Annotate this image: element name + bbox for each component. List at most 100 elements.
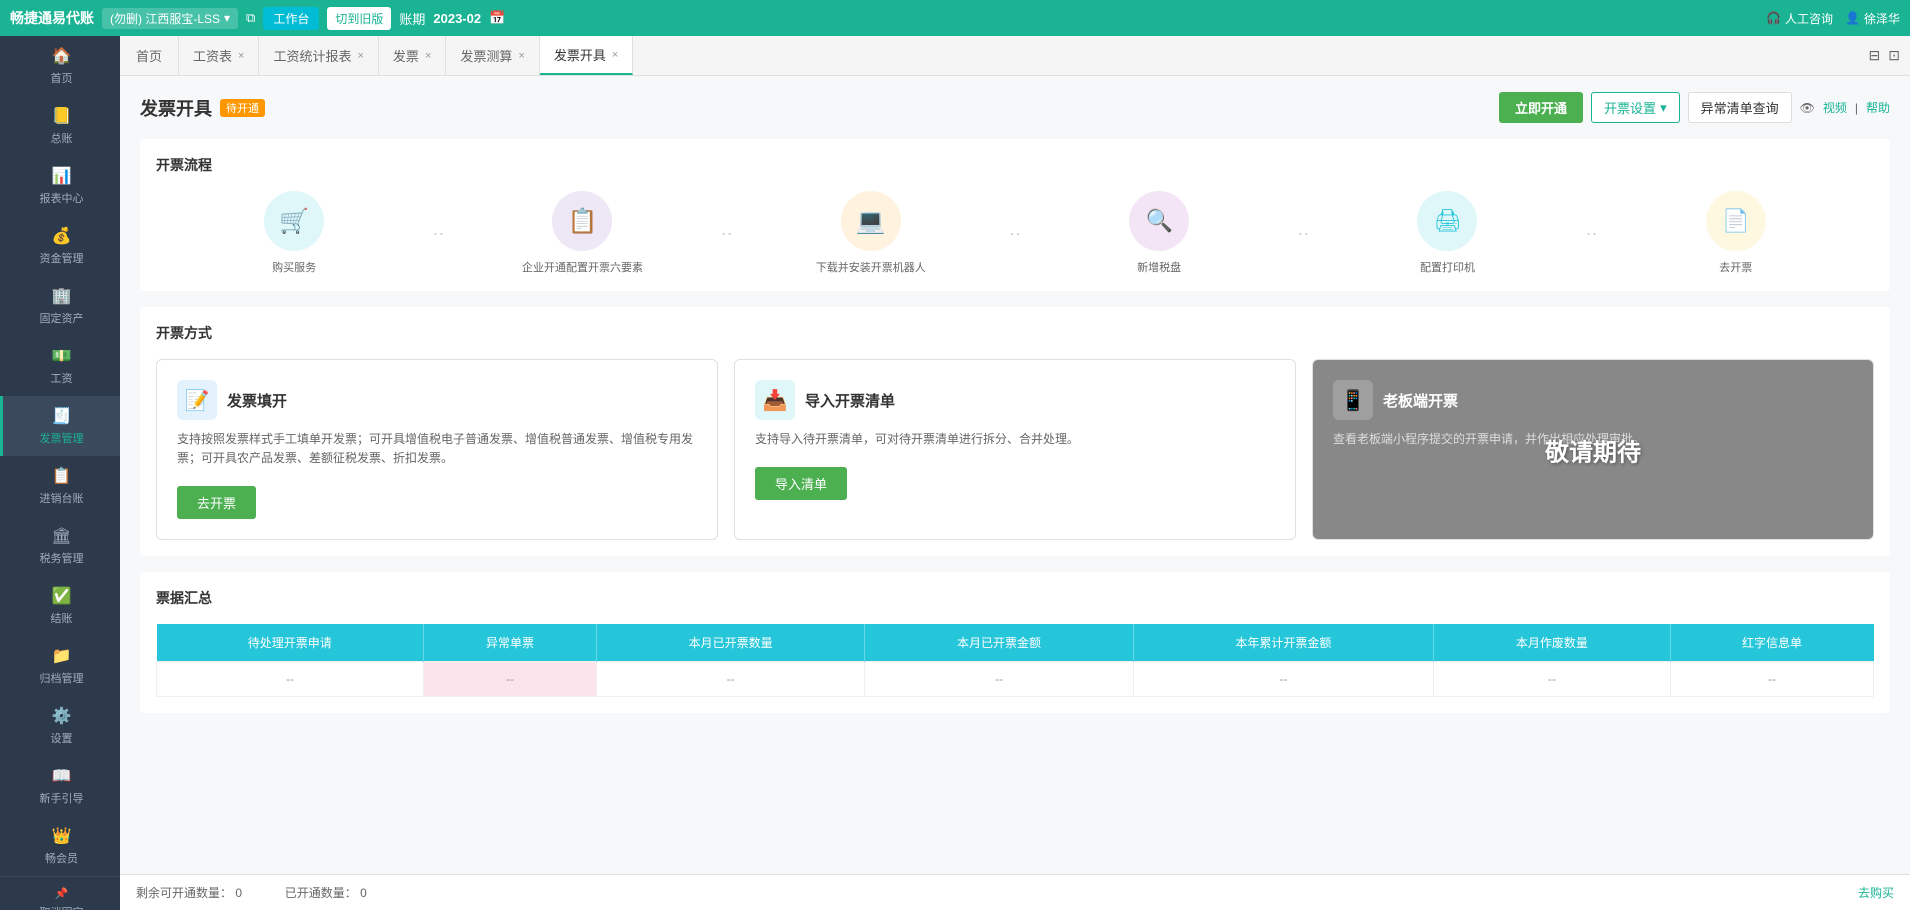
flow-label-6: 去开票: [1719, 259, 1752, 275]
flow-arrow-4: ··: [1297, 223, 1309, 244]
sidebar-label-archive: 归档管理: [40, 670, 84, 686]
sidebar-item-tax[interactable]: 🏛 税务管理: [0, 516, 120, 576]
sidebar-label-tax: 税务管理: [40, 550, 84, 566]
period-label: 账期: [399, 9, 425, 28]
sidebar-item-settings[interactable]: ⚙️ 设置: [0, 696, 120, 756]
sidebar-label-settle: 结账: [51, 610, 73, 626]
boss-icon: 📱: [1333, 380, 1373, 420]
fill-btn[interactable]: 去开票: [177, 486, 256, 519]
tab-invoice-open-label: 发票开具: [554, 45, 606, 64]
page-header: 发票开具 待开通 立即开通 开票设置 ▾ 异常清单查询 👁 视频 | 帮助: [140, 92, 1890, 123]
tab-payroll[interactable]: 工资表 ×: [179, 36, 259, 75]
tab-invoice-calc[interactable]: 发票测算 ×: [446, 36, 539, 75]
sidebar-label-funds: 资金管理: [40, 250, 84, 266]
tab-maximize-button[interactable]: ⊡: [1888, 47, 1900, 64]
copy-icon[interactable]: ⧉: [246, 10, 255, 26]
cell-1: --: [424, 662, 597, 697]
sidebar-item-purchase[interactable]: 📋 进销台账: [0, 456, 120, 516]
company-selector[interactable]: (勿删) 江西服宝-LSS ▾: [102, 8, 238, 29]
header-actions: 立即开通 开票设置 ▾ 异常清单查询 👁 视频 | 帮助: [1499, 92, 1890, 123]
fill-title: 发票填开: [227, 390, 287, 411]
guide-icon: 📖: [52, 766, 72, 786]
flow-step-5: 🖨 配置打印机: [1309, 191, 1585, 275]
summary-table: 待处理开票申请 异常单票 本月已开票数量 本月已开票金额 本年累计开票金额 本月…: [156, 624, 1874, 697]
buy-link[interactable]: 去购买: [1858, 884, 1894, 901]
sidebar-label-assets: 固定资产: [40, 310, 84, 326]
sidebar-item-reports[interactable]: 📊 报表中心: [0, 156, 120, 216]
sidebar-label-home: 首页: [51, 70, 73, 86]
col-header-5: 本月作废数量: [1434, 624, 1671, 662]
sidebar-label-unpin: 取消固定: [40, 904, 84, 910]
settings-button[interactable]: 开票设置 ▾: [1591, 92, 1680, 123]
payroll-icon: 💵: [52, 346, 72, 366]
open-now-button[interactable]: 立即开通: [1499, 92, 1583, 123]
tab-payroll-close[interactable]: ×: [238, 50, 244, 62]
import-title: 导入开票清单: [805, 390, 895, 411]
import-btn[interactable]: 导入清单: [755, 467, 847, 500]
view-label[interactable]: 视频: [1823, 99, 1847, 116]
sidebar-label-ledger: 总账: [51, 130, 73, 146]
tab-invoice-calc-close[interactable]: ×: [518, 50, 524, 62]
sidebar-label-reports: 报表中心: [40, 190, 84, 206]
sidebar-item-ledger[interactable]: 📒 总账: [0, 96, 120, 156]
sidebar-item-settle[interactable]: ✅ 结账: [0, 576, 120, 636]
flow-arrow-2: ··: [721, 223, 733, 244]
page-title-row: 发票开具 待开通: [140, 95, 265, 121]
tab-home[interactable]: 首页: [120, 36, 179, 75]
settings-label: 开票设置: [1604, 98, 1656, 117]
flow-section: 开票流程 🛒 购买服务 ·· 📋 企业开通配置开票六要素 ·· 💻 下载并安: [140, 139, 1890, 291]
tab-invoice-close[interactable]: ×: [425, 50, 431, 62]
header-help: 👁 视频 | 帮助: [1800, 99, 1890, 116]
invoice-methods-title: 开票方式: [156, 323, 1874, 343]
flow-icon-6: 📄: [1706, 191, 1766, 251]
tab-invoice-open-close[interactable]: ×: [612, 49, 618, 61]
opened-label: 已开通数量：: [285, 886, 357, 900]
sidebar-item-archive[interactable]: 📁 归档管理: [0, 636, 120, 696]
flow-title: 开票流程: [156, 155, 1874, 175]
sidebar-item-guide[interactable]: 📖 新手引导: [0, 756, 120, 816]
chevron-down-icon: ▾: [224, 11, 230, 25]
help-button[interactable]: 🎧 人工咨询: [1766, 10, 1833, 27]
sidebar-bottom: 📌 取消固定: [0, 876, 120, 910]
abnormal-list-button[interactable]: 异常清单查询: [1688, 92, 1792, 123]
tab-minimize-button[interactable]: ⊟: [1869, 47, 1881, 64]
tab-home-label: 首页: [136, 46, 162, 65]
sidebar-item-funds[interactable]: 💰 资金管理: [0, 216, 120, 276]
flow-arrow-5: ··: [1586, 223, 1598, 244]
method-card-boss: 📱 老板端开票 查看老板端小程序提交的开票申请，并作出相应处理审批。 敬请期待: [1312, 359, 1874, 540]
tab-invoice-open[interactable]: 发票开具 ×: [540, 36, 633, 75]
flow-icon-4: 🔍: [1129, 191, 1189, 251]
sidebar-item-invoice[interactable]: 🧾 发票管理: [0, 396, 120, 456]
user-button[interactable]: 👤 徐泽华: [1845, 10, 1900, 27]
summary-title: 票据汇总: [156, 588, 1874, 608]
help-label[interactable]: 帮助: [1866, 99, 1890, 116]
sidebar-item-assets[interactable]: 🏢 固定资产: [0, 276, 120, 336]
retro-button[interactable]: 切到旧版: [327, 7, 391, 30]
reports-icon: 📊: [52, 166, 72, 186]
tab-payroll-report-close[interactable]: ×: [357, 50, 363, 62]
col-header-3: 本月已开票金额: [865, 624, 1133, 662]
tab-payroll-report[interactable]: 工资统计报表 ×: [259, 36, 378, 75]
invoice-methods-section: 开票方式 📝 发票填开 支持按照发票样式手工填单开发票；可开具增值税电子普通发票…: [140, 307, 1890, 556]
sidebar-item-member[interactable]: 👑 畅会员: [0, 816, 120, 876]
chevron-down-icon: ▾: [1660, 100, 1667, 116]
bottom-bar: 剩余可开通数量： 0 已开通数量： 0 去购买: [120, 874, 1910, 910]
sidebar-item-unpin[interactable]: 📌 取消固定: [0, 877, 120, 910]
flow-step-6: 📄 去开票: [1598, 191, 1874, 275]
tab-invoice-label: 发票: [393, 46, 419, 65]
sidebar-label-settings: 设置: [51, 730, 73, 746]
flow-label-3: 下载并安装开票机器人: [816, 259, 926, 275]
table-row: -- -- -- -- -- -- --: [157, 662, 1874, 697]
bottom-info: 剩余可开通数量： 0 已开通数量： 0: [136, 884, 367, 901]
sidebar-item-home[interactable]: 🏠 首页: [0, 36, 120, 96]
fill-desc: 支持按照发票样式手工填单开发票；可开具增值税电子普通发票、增值税普通发票、增值税…: [177, 430, 697, 468]
sidebar-item-payroll[interactable]: 💵 工资: [0, 336, 120, 396]
summary-section: 票据汇总 待处理开票申请 异常单票 本月已开票数量 本月已开票金额 本年累计开票…: [140, 572, 1890, 713]
workspace-button[interactable]: 工作台: [263, 7, 319, 30]
top-bar-left: 畅捷通易代账 (勿删) 江西服宝-LSS ▾ ⧉ 工作台 切到旧版 账期 202…: [10, 7, 505, 30]
content-area: 首页 工资表 × 工资统计报表 × 发票 × 发票测算 × 发票开具 ×: [120, 36, 1910, 910]
tab-payroll-label: 工资表: [193, 46, 232, 65]
tab-bar: 首页 工资表 × 工资统计报表 × 发票 × 发票测算 × 发票开具 ×: [120, 36, 1910, 76]
tab-invoice[interactable]: 发票 ×: [379, 36, 446, 75]
calendar-icon[interactable]: 📅: [489, 10, 505, 26]
